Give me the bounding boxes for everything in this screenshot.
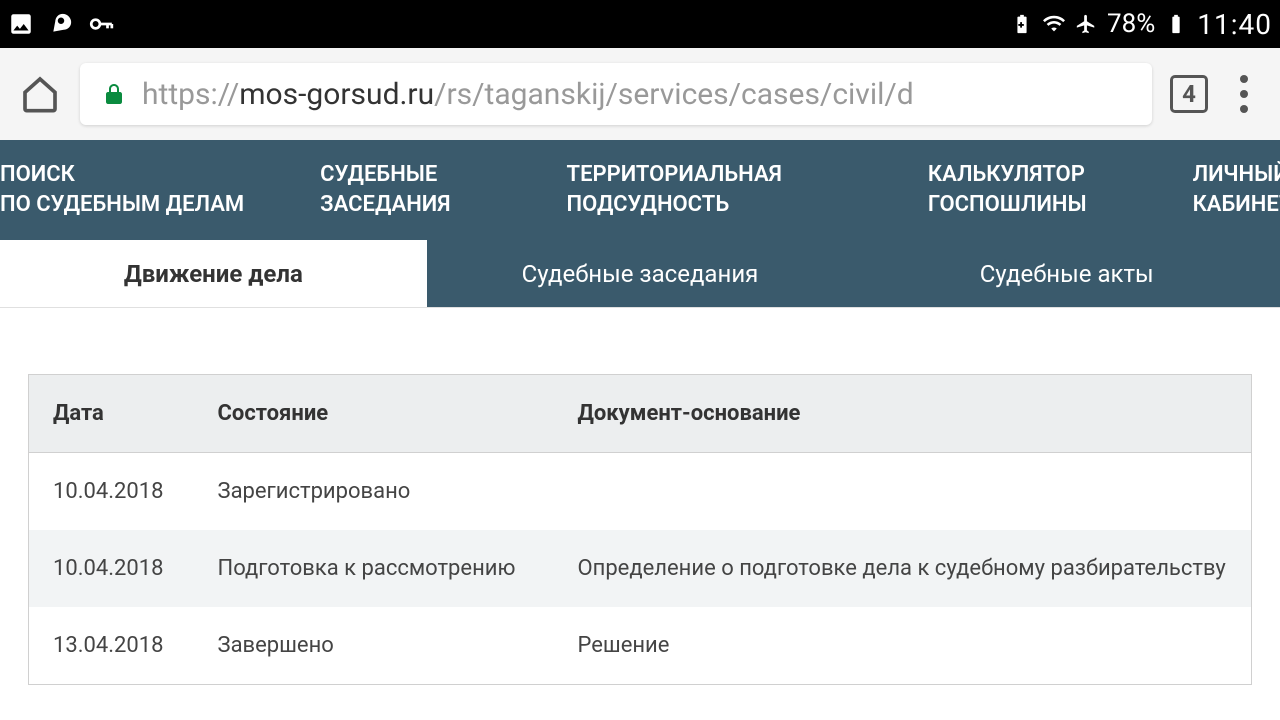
wifi-icon bbox=[1043, 13, 1065, 35]
browser-toolbar: https://mos-gorsud.ru/rs/taganskij/servi… bbox=[0, 48, 1280, 140]
lock-icon bbox=[102, 80, 126, 108]
airplane-icon bbox=[1075, 13, 1097, 35]
tab-switcher-button[interactable]: 4 bbox=[1170, 75, 1208, 113]
tab-acts[interactable]: Судебные акты bbox=[853, 240, 1280, 307]
battery-saver-icon bbox=[1011, 13, 1033, 35]
clock-time: 11:40 bbox=[1197, 8, 1272, 41]
home-button[interactable] bbox=[18, 72, 62, 116]
table-row: 13.04.2018 Завершено Решение bbox=[29, 607, 1252, 685]
dot-icon bbox=[1240, 90, 1248, 98]
cell-date: 13.04.2018 bbox=[29, 607, 194, 685]
tab-hearings[interactable]: Судебные заседания bbox=[427, 240, 854, 307]
cell-state: Подготовка к рассмотрению bbox=[194, 530, 554, 607]
header-date: Дата bbox=[29, 375, 194, 453]
nav-item-account[interactable]: ЛИЧНЫЙКАБИНЕТ bbox=[1167, 160, 1280, 219]
content-area: Дата Состояние Документ-основание 10.04.… bbox=[0, 308, 1280, 685]
battery-percentage: 78% bbox=[1107, 9, 1155, 39]
url-text: https://mos-gorsud.ru/rs/taganskij/servi… bbox=[142, 77, 914, 112]
case-movement-table: Дата Состояние Документ-основание 10.04.… bbox=[28, 374, 1252, 685]
nav-item-hearings[interactable]: СУДЕБНЫЕЗАСЕДАНИЯ bbox=[294, 160, 540, 219]
nav-item-jurisdiction[interactable]: ТЕРРИТОРИАЛЬНАЯПОДСУДНОСТЬ bbox=[541, 160, 902, 219]
dot-icon bbox=[1240, 105, 1248, 113]
case-tabs: Движение дела Судебные заседания Судебны… bbox=[0, 240, 1280, 308]
header-state: Состояние bbox=[194, 375, 554, 453]
cell-doc: Решение bbox=[554, 607, 1252, 685]
location-icon bbox=[48, 11, 74, 37]
table-row: 10.04.2018 Зарегистрировано bbox=[29, 453, 1252, 531]
nav-item-search[interactable]: ПОИСКПО СУДЕБНЫМ ДЕЛАМ bbox=[0, 160, 294, 219]
tab-case-movement[interactable]: Движение дела bbox=[0, 240, 427, 307]
tab-count: 4 bbox=[1182, 80, 1196, 108]
dot-icon bbox=[1240, 75, 1248, 83]
address-bar[interactable]: https://mos-gorsud.ru/rs/taganskij/servi… bbox=[80, 63, 1152, 125]
table-row: 10.04.2018 Подготовка к рассмотрению Опр… bbox=[29, 530, 1252, 607]
home-icon bbox=[20, 74, 60, 114]
cell-date: 10.04.2018 bbox=[29, 453, 194, 531]
image-icon bbox=[8, 11, 34, 37]
cell-doc: Определение о подготовке дела к судебном… bbox=[554, 530, 1252, 607]
cell-date: 10.04.2018 bbox=[29, 530, 194, 607]
key-icon bbox=[88, 11, 114, 37]
android-status-bar: 78% 11:40 bbox=[0, 0, 1280, 48]
cell-state: Завершено bbox=[194, 607, 554, 685]
cell-state: Зарегистрировано bbox=[194, 453, 554, 531]
nav-item-calculator[interactable]: КАЛЬКУЛЯТОРГОСПОШЛИНЫ bbox=[902, 160, 1167, 219]
site-nav: ПОИСКПО СУДЕБНЫМ ДЕЛАМ СУДЕБНЫЕЗАСЕДАНИЯ… bbox=[0, 140, 1280, 240]
header-document: Документ-основание bbox=[554, 375, 1252, 453]
overflow-menu-button[interactable] bbox=[1226, 75, 1262, 113]
cell-doc bbox=[554, 453, 1252, 531]
battery-icon bbox=[1165, 13, 1187, 35]
